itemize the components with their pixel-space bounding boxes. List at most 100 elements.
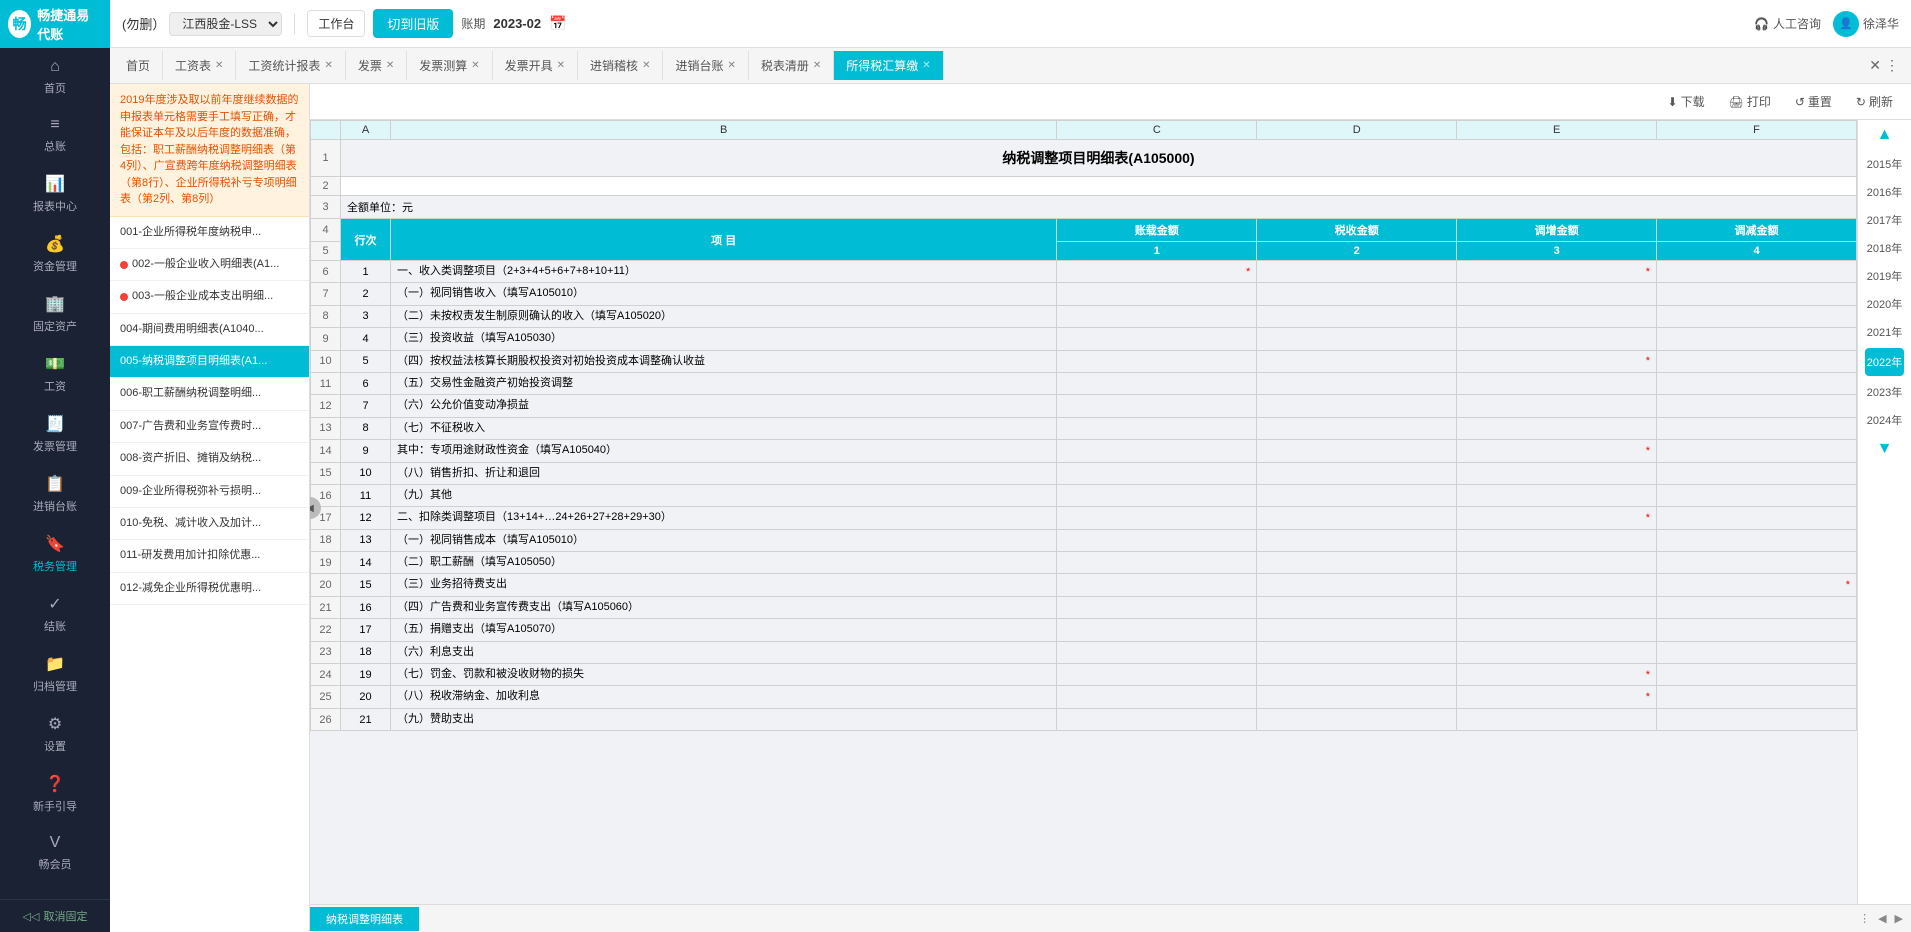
cell-c4-14[interactable] — [1657, 440, 1857, 462]
list-item-001[interactable]: 001-企业所得税年度纳税申... — [110, 217, 309, 249]
cell-c2-7[interactable] — [1257, 283, 1457, 305]
cell-c1-25[interactable] — [1057, 686, 1257, 708]
cell-line-13[interactable]: 8 — [341, 417, 391, 439]
cell-c3-22[interactable] — [1457, 619, 1657, 641]
cell-item-23[interactable]: （六）利息支出 — [391, 641, 1057, 663]
year-item-2015年[interactable]: 2015年 — [1861, 150, 1908, 178]
cell-item-8[interactable]: （二）未按权责发生制原则确认的收入（填写A105020） — [391, 305, 1057, 327]
cell-c1-17[interactable] — [1057, 507, 1257, 529]
tab-close-invoice-open[interactable]: ✕ — [557, 60, 565, 71]
cell-c4-6[interactable] — [1657, 261, 1857, 283]
cell-c1-10[interactable] — [1057, 350, 1257, 372]
cell-c1-8[interactable] — [1057, 305, 1257, 327]
cell-c1-12[interactable] — [1057, 395, 1257, 417]
cell-c3-14[interactable]: * — [1457, 440, 1657, 462]
cell-line-9[interactable]: 4 — [341, 328, 391, 350]
cell-c4-22[interactable] — [1657, 619, 1857, 641]
cell-item-13[interactable]: （七）不征税收入 — [391, 417, 1057, 439]
cell-line-24[interactable]: 19 — [341, 664, 391, 686]
cell-c2-6[interactable] — [1257, 261, 1457, 283]
cell-c2-9[interactable] — [1257, 328, 1457, 350]
cell-c2-17[interactable] — [1257, 507, 1457, 529]
cell-line-26[interactable]: 21 — [341, 708, 391, 730]
cell-line-15[interactable]: 10 — [341, 462, 391, 484]
cell-c1-24[interactable] — [1057, 664, 1257, 686]
year-down-button[interactable]: ▼ — [1871, 434, 1899, 464]
cell-c1-15[interactable] — [1057, 462, 1257, 484]
download-button[interactable]: ⬇ 下载 — [1662, 90, 1711, 113]
switch-version-button[interactable]: 切到旧版 — [373, 9, 453, 38]
cell-c4-17[interactable] — [1657, 507, 1857, 529]
cell-c2-16[interactable] — [1257, 484, 1457, 506]
cell-c2-10[interactable] — [1257, 350, 1457, 372]
cell-c4-26[interactable] — [1657, 708, 1857, 730]
year-item-2020年[interactable]: 2020年 — [1861, 290, 1908, 318]
cell-item-14[interactable]: 其中：专项用途财政性资金（填写A105040） — [391, 440, 1057, 462]
cell-item-24[interactable]: （七）罚金、罚款和被没收财物的损失 — [391, 664, 1057, 686]
unpin-button[interactable]: ◁◁ 取消固定 — [0, 900, 110, 932]
bottom-menu-icon[interactable]: ⋮ — [1859, 912, 1870, 925]
cell-c1-23[interactable] — [1057, 641, 1257, 663]
cell-c2-15[interactable] — [1257, 462, 1457, 484]
cell-c3-18[interactable] — [1457, 529, 1657, 551]
year-item-2024年[interactable]: 2024年 — [1861, 406, 1908, 434]
year-item-2017年[interactable]: 2017年 — [1861, 206, 1908, 234]
cell-c3-7[interactable] — [1457, 283, 1657, 305]
year-item-2018年[interactable]: 2018年 — [1861, 234, 1908, 262]
cell-c3-10[interactable]: * — [1457, 350, 1657, 372]
cell-line-6[interactable]: 1 — [341, 261, 391, 283]
sidebar-item-settle[interactable]: ✓ 结账 — [0, 584, 110, 644]
cell-c1-18[interactable] — [1057, 529, 1257, 551]
cell-c4-13[interactable] — [1657, 417, 1857, 439]
cell-item-11[interactable]: （五）交易性金融资产初始投资调整 — [391, 372, 1057, 394]
year-item-2016年[interactable]: 2016年 — [1861, 178, 1908, 206]
cell-c1-9[interactable] — [1057, 328, 1257, 350]
cell-c2-24[interactable] — [1257, 664, 1457, 686]
cell-line-10[interactable]: 5 — [341, 350, 391, 372]
year-item-2022年[interactable]: 2022年 — [1865, 348, 1904, 376]
tab-close-salary-report[interactable]: ✕ — [324, 60, 332, 71]
cell-c1-11[interactable] — [1057, 372, 1257, 394]
calendar-icon[interactable]: 📅 — [549, 15, 566, 32]
cell-c3-19[interactable] — [1457, 552, 1657, 574]
tab-close-tax-clear[interactable]: ✕ — [813, 60, 821, 71]
cell-c4-10[interactable] — [1657, 350, 1857, 372]
cell-line-16[interactable]: 11 — [341, 484, 391, 506]
tab-income-tax[interactable]: 所得税汇算缴 ✕ — [834, 51, 943, 80]
cell-c3-12[interactable] — [1457, 395, 1657, 417]
scroll-right-icon[interactable]: ▶ — [1895, 912, 1903, 925]
cell-c2-23[interactable] — [1257, 641, 1457, 663]
cell-c4-9[interactable] — [1657, 328, 1857, 350]
cell-c4-24[interactable] — [1657, 664, 1857, 686]
cell-line-8[interactable]: 3 — [341, 305, 391, 327]
sheet-tab-button[interactable]: 纳税调整明细表 — [310, 907, 419, 931]
scroll-left-icon[interactable]: ◀ — [1878, 912, 1886, 925]
cell-line-7[interactable]: 2 — [341, 283, 391, 305]
year-item-2023年[interactable]: 2023年 — [1861, 378, 1908, 406]
tab-close-income-tax[interactable]: ✕ — [922, 60, 930, 71]
cell-c4-11[interactable] — [1657, 372, 1857, 394]
cell-item-18[interactable]: （一）视同销售成本（填写A105010） — [391, 529, 1057, 551]
cell-c3-15[interactable] — [1457, 462, 1657, 484]
cell-c1-14[interactable] — [1057, 440, 1257, 462]
cell-line-11[interactable]: 6 — [341, 372, 391, 394]
tab-invoice-calc[interactable]: 发票测算 ✕ — [407, 51, 492, 80]
cell-c2-11[interactable] — [1257, 372, 1457, 394]
cell-c3-17[interactable]: * — [1457, 507, 1657, 529]
cell-c3-26[interactable] — [1457, 708, 1657, 730]
cell-c2-26[interactable] — [1257, 708, 1457, 730]
sidebar-item-ledger[interactable]: ≡ 总账 — [0, 106, 110, 164]
cell-c4-23[interactable] — [1657, 641, 1857, 663]
tab-close-invoice[interactable]: ✕ — [386, 60, 394, 71]
cell-c3-25[interactable]: * — [1457, 686, 1657, 708]
spreadsheet-container[interactable]: A B C D E F 1 纳税调整项目明细表(A105000) 23全额单位：… — [310, 120, 1857, 904]
more-tabs-icon[interactable]: ⋮ — [1885, 57, 1899, 74]
cell-c1-21[interactable] — [1057, 596, 1257, 618]
cell-c1-19[interactable] — [1057, 552, 1257, 574]
print-button[interactable]: 🖨 打印 — [1723, 90, 1777, 113]
tab-close-inbound-tax[interactable]: ✕ — [642, 60, 650, 71]
cell-c4-8[interactable] — [1657, 305, 1857, 327]
cell-line-21[interactable]: 16 — [341, 596, 391, 618]
cell-line-25[interactable]: 20 — [341, 686, 391, 708]
cell-c4-25[interactable] — [1657, 686, 1857, 708]
